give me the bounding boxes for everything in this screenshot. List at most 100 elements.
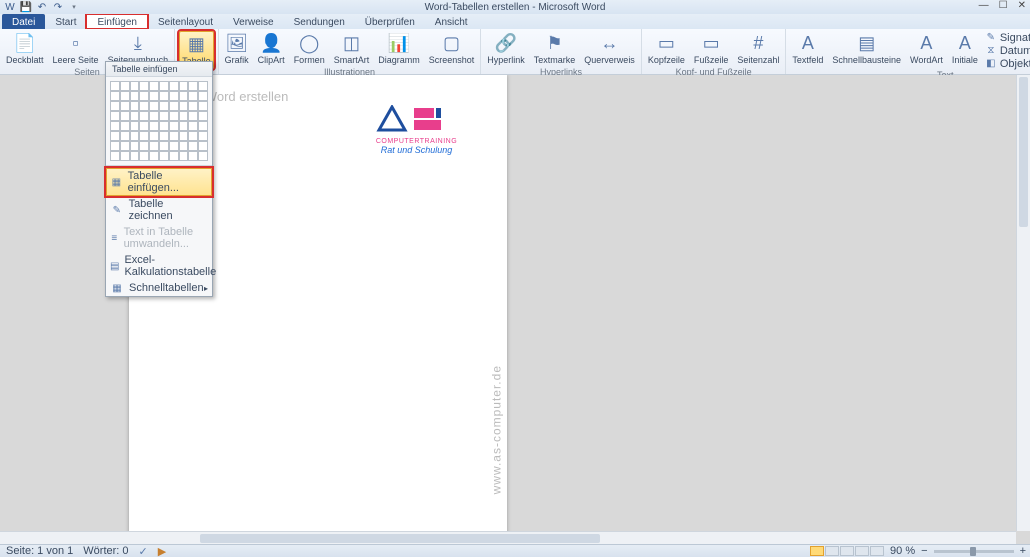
ribbon-seitenzahl[interactable]: #Seitenzahl (735, 31, 781, 67)
grid-cell[interactable] (120, 111, 130, 121)
grid-cell[interactable] (139, 81, 149, 91)
grid-cell[interactable] (179, 121, 189, 131)
qat-dropdown-icon[interactable]: ▾ (68, 1, 80, 13)
status-page[interactable]: Seite: 1 von 1 (6, 545, 73, 558)
ribbon-smartart[interactable]: ◫SmartArt (332, 31, 372, 67)
ribbon-fu-zeile[interactable]: ▭Fußzeile (692, 31, 731, 67)
grid-cell[interactable] (130, 141, 140, 151)
grid-cell[interactable] (130, 111, 140, 121)
grid-cell[interactable] (139, 101, 149, 111)
menu-excel-kalkulationstabelle[interactable]: ▤Excel-Kalkulationstabelle (106, 252, 212, 280)
grid-cell[interactable] (130, 121, 140, 131)
ribbon-schnellbausteine[interactable]: ▤Schnellbausteine (830, 31, 903, 67)
redo-icon[interactable]: ↷ (52, 1, 64, 13)
grid-cell[interactable] (110, 91, 120, 101)
grid-cell[interactable] (188, 141, 198, 151)
grid-cell[interactable] (149, 121, 159, 131)
grid-cell[interactable] (139, 121, 149, 131)
grid-cell[interactable] (149, 131, 159, 141)
grid-cell[interactable] (179, 81, 189, 91)
grid-cell[interactable] (188, 151, 198, 161)
grid-cell[interactable] (130, 131, 140, 141)
grid-cell[interactable] (139, 131, 149, 141)
grid-cell[interactable] (188, 81, 198, 91)
zoom-in-button[interactable]: + (1020, 545, 1026, 557)
tab-verweise[interactable]: Verweise (223, 14, 284, 29)
grid-cell[interactable] (159, 141, 169, 151)
grid-cell[interactable] (120, 101, 130, 111)
grid-cell[interactable] (169, 81, 179, 91)
grid-cell[interactable] (130, 91, 140, 101)
grid-cell[interactable] (120, 141, 130, 151)
tab-start[interactable]: Start (45, 14, 86, 29)
ribbon-clipart[interactable]: 👤ClipArt (256, 31, 287, 67)
tab-ansicht[interactable]: Ansicht (425, 14, 478, 29)
grid-cell[interactable] (130, 101, 140, 111)
grid-cell[interactable] (149, 81, 159, 91)
menu-schnelltabellen[interactable]: ▦Schnelltabellen▸ (106, 280, 212, 296)
view-draft[interactable] (870, 546, 884, 556)
grid-cell[interactable] (159, 91, 169, 101)
table-grid-picker[interactable] (106, 77, 212, 163)
menu-tabelle-einf-gen[interactable]: ▦Tabelle einfügen... (106, 168, 212, 196)
grid-cell[interactable] (139, 91, 149, 101)
minimize-button[interactable]: — (979, 0, 989, 11)
grid-cell[interactable] (188, 111, 198, 121)
zoom-out-button[interactable]: − (921, 545, 927, 557)
ribbon-formen[interactable]: ◯Formen (292, 31, 327, 67)
grid-cell[interactable] (120, 91, 130, 101)
menu-tabelle-zeichnen[interactable]: ✎Tabelle zeichnen (106, 196, 212, 224)
grid-cell[interactable] (179, 131, 189, 141)
grid-cell[interactable] (110, 151, 120, 161)
tab-seitenlayout[interactable]: Seitenlayout (148, 14, 223, 29)
grid-cell[interactable] (110, 121, 120, 131)
grid-cell[interactable] (169, 151, 179, 161)
view-print-layout[interactable] (810, 546, 824, 556)
ribbon-textfeld[interactable]: ATextfeld (790, 31, 825, 67)
grid-cell[interactable] (110, 81, 120, 91)
status-words[interactable]: Wörter: 0 (83, 545, 128, 558)
grid-cell[interactable] (179, 101, 189, 111)
grid-cell[interactable] (159, 151, 169, 161)
grid-cell[interactable] (159, 101, 169, 111)
grid-cell[interactable] (188, 131, 198, 141)
grid-cell[interactable] (188, 91, 198, 101)
zoom-thumb[interactable] (970, 547, 976, 556)
grid-cell[interactable] (139, 141, 149, 151)
ribbon-wordart[interactable]: AWordArt (908, 31, 945, 67)
grid-cell[interactable] (139, 111, 149, 121)
view-full-reading[interactable] (825, 546, 839, 556)
tab-überprüfen[interactable]: Überprüfen (355, 14, 425, 29)
ribbon-hyperlink[interactable]: 🔗Hyperlink (485, 31, 527, 67)
vscroll-thumb[interactable] (1019, 77, 1028, 227)
ribbon-textmarke[interactable]: ⚑Textmarke (532, 31, 578, 67)
grid-cell[interactable] (159, 81, 169, 91)
grid-cell[interactable] (198, 81, 208, 91)
ribbon-signaturzeile[interactable]: ✎Signaturzeile ▾ (985, 31, 1030, 44)
grid-cell[interactable] (169, 101, 179, 111)
grid-cell[interactable] (198, 121, 208, 131)
grid-cell[interactable] (120, 151, 130, 161)
view-web-layout[interactable] (840, 546, 854, 556)
grid-cell[interactable] (130, 151, 140, 161)
maximize-button[interactable]: ☐ (999, 0, 1008, 11)
status-lang-icon[interactable]: ✓ (139, 545, 148, 558)
grid-cell[interactable] (149, 111, 159, 121)
tab-sendungen[interactable]: Sendungen (284, 14, 355, 29)
zoom-value[interactable]: 90 % (890, 545, 915, 557)
zoom-slider[interactable] (934, 550, 1014, 553)
grid-cell[interactable] (179, 91, 189, 101)
grid-cell[interactable] (179, 111, 189, 121)
ribbon-screenshot[interactable]: ▢Screenshot (427, 31, 477, 67)
horizontal-scrollbar[interactable] (0, 531, 1016, 544)
grid-cell[interactable] (198, 151, 208, 161)
grid-cell[interactable] (188, 101, 198, 111)
grid-cell[interactable] (139, 151, 149, 161)
ribbon-querverweis[interactable]: ↔Querverweis (582, 31, 637, 67)
grid-cell[interactable] (198, 101, 208, 111)
grid-cell[interactable] (169, 111, 179, 121)
grid-cell[interactable] (110, 111, 120, 121)
grid-cell[interactable] (120, 81, 130, 91)
grid-cell[interactable] (198, 111, 208, 121)
grid-cell[interactable] (198, 131, 208, 141)
